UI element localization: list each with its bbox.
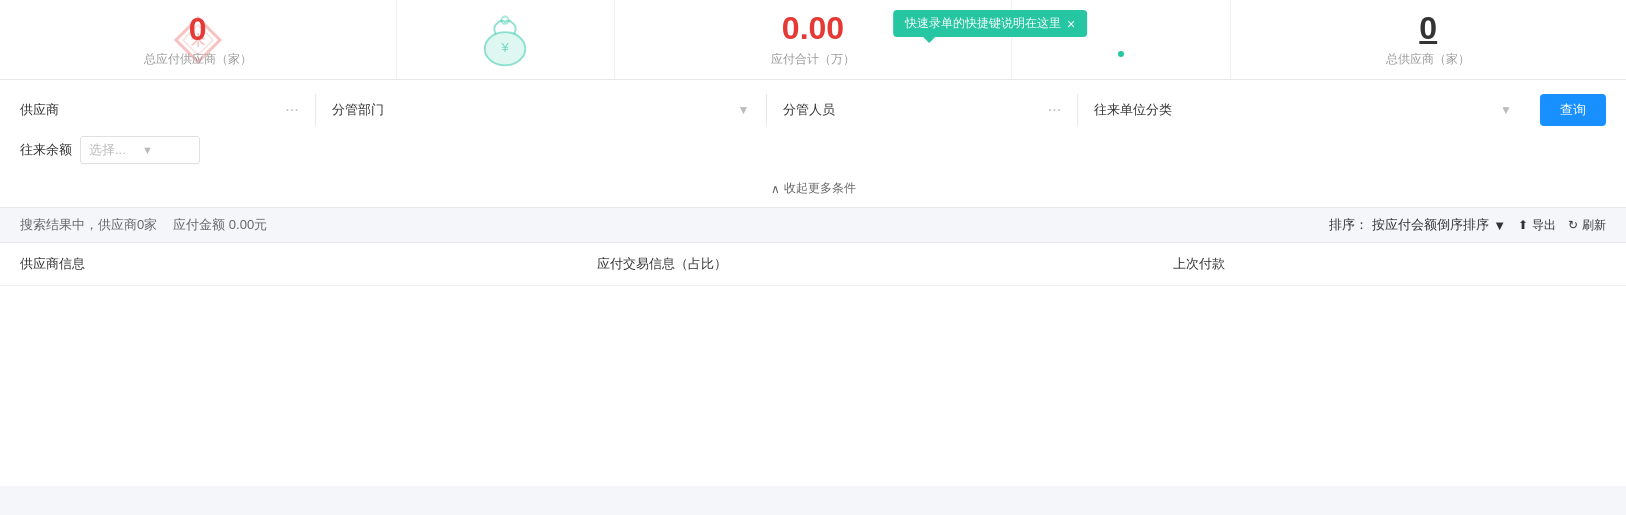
tooltip-close-button[interactable]: × bbox=[1067, 17, 1075, 31]
category-arrow[interactable]: ▼ bbox=[1500, 103, 1512, 117]
department-field: 分管部门 ▼ bbox=[316, 94, 767, 126]
sort-option: 按应付会额倒序排序 bbox=[1372, 216, 1489, 234]
payable-total-value: 0.00 bbox=[771, 11, 855, 46]
result-bar: 搜索结果中，供应商0家 应付金额 0.00元 排序： 按应付会额倒序排序 ▼ ⬆… bbox=[0, 208, 1626, 243]
category-input[interactable] bbox=[1180, 103, 1496, 118]
search-row-2: 往来余额 选择... ▼ bbox=[20, 136, 1606, 164]
category-field: 往来单位分类 ▼ bbox=[1078, 94, 1528, 126]
collapse-button[interactable]: ∧ 收起更多条件 bbox=[771, 180, 856, 197]
table-col-supplier: 供应商信息 bbox=[20, 255, 597, 273]
collapse-up-icon: ∧ bbox=[771, 182, 780, 196]
stat-tooltip-block: 快速录单的快捷键说明在这里 × bbox=[1012, 0, 1231, 79]
tooltip-dot bbox=[1116, 49, 1126, 59]
shortcut-tooltip: 快速录单的快捷键说明在这里 × bbox=[893, 10, 1087, 37]
collapse-bar: ∧ 收起更多条件 bbox=[20, 174, 1606, 207]
department-input[interactable] bbox=[392, 103, 734, 118]
svg-text:¥: ¥ bbox=[501, 40, 510, 55]
top-stats-bar: 米 0 总应付供应商（家） ¥ 0.00 应付合计（万） 快速录单的快捷键说明在… bbox=[0, 0, 1626, 80]
supplier-dots[interactable]: ··· bbox=[285, 101, 298, 119]
result-bar-right: 排序： 按应付会额倒序排序 ▼ ⬆ 导出 ↻ 刷新 bbox=[1329, 216, 1606, 234]
refresh-icon: ↻ bbox=[1568, 218, 1578, 232]
refresh-button[interactable]: ↻ 刷新 bbox=[1568, 217, 1606, 234]
supplier-count-text: 搜索结果中，供应商0家 bbox=[20, 216, 157, 234]
stat-icon-block: ¥ bbox=[397, 0, 616, 79]
payable-suppliers-label: 总应付供应商（家） bbox=[144, 51, 252, 68]
person-input[interactable] bbox=[843, 103, 1044, 118]
payable-suppliers-value: 0 bbox=[144, 11, 252, 46]
balance-label: 往来余额 bbox=[20, 141, 72, 159]
sort-select[interactable]: 排序： 按应付会额倒序排序 ▼ bbox=[1329, 216, 1506, 234]
export-button[interactable]: ⬆ 导出 bbox=[1518, 217, 1556, 234]
export-icon: ⬆ bbox=[1518, 218, 1528, 232]
search-area: 供应商 ··· 分管部门 ▼ 分管人员 ··· 往来单位分类 ▼ 查询 往来余额… bbox=[0, 80, 1626, 208]
balance-arrow-icon: ▼ bbox=[142, 144, 191, 156]
table-col-lastpay: 上次付款 bbox=[1173, 255, 1606, 273]
category-label: 往来单位分类 bbox=[1094, 101, 1172, 119]
supplier-field: 供应商 ··· bbox=[20, 94, 316, 126]
total-suppliers-value: 0 bbox=[1386, 11, 1470, 46]
money-bag-icon: ¥ bbox=[473, 10, 537, 69]
export-label: 导出 bbox=[1532, 217, 1556, 234]
collapse-label: 收起更多条件 bbox=[784, 180, 856, 197]
supplier-input[interactable] bbox=[67, 103, 281, 118]
result-bar-left: 搜索结果中，供应商0家 应付金额 0.00元 bbox=[20, 216, 267, 234]
amount-text: 应付金额 0.00元 bbox=[173, 216, 267, 234]
refresh-label: 刷新 bbox=[1582, 217, 1606, 234]
stat-total-suppliers: 0 总供应商（家） bbox=[1231, 0, 1627, 79]
payable-total-label: 应付合计（万） bbox=[771, 51, 855, 68]
supplier-label: 供应商 bbox=[20, 101, 59, 119]
department-label: 分管部门 bbox=[332, 101, 384, 119]
balance-placeholder: 选择... bbox=[89, 141, 138, 159]
sort-arrow-icon: ▼ bbox=[1493, 218, 1506, 233]
total-suppliers-label: 总供应商（家） bbox=[1386, 51, 1470, 68]
search-row-1: 供应商 ··· 分管部门 ▼ 分管人员 ··· 往来单位分类 ▼ 查询 bbox=[20, 94, 1606, 126]
balance-select[interactable]: 选择... ▼ bbox=[80, 136, 200, 164]
table-header: 供应商信息 应付交易信息（占比） 上次付款 bbox=[0, 243, 1626, 286]
tooltip-text: 快速录单的快捷键说明在这里 bbox=[905, 15, 1061, 32]
query-button[interactable]: 查询 bbox=[1540, 94, 1606, 126]
person-label: 分管人员 bbox=[783, 101, 835, 119]
department-arrow[interactable]: ▼ bbox=[738, 103, 750, 117]
person-field: 分管人员 ··· bbox=[767, 94, 1079, 126]
person-dots[interactable]: ··· bbox=[1048, 101, 1061, 119]
table-col-payable: 应付交易信息（占比） bbox=[597, 255, 1174, 273]
sort-label: 排序： bbox=[1329, 216, 1368, 234]
stat-payable-suppliers: 米 0 总应付供应商（家） bbox=[0, 0, 397, 79]
table-body bbox=[0, 286, 1626, 486]
